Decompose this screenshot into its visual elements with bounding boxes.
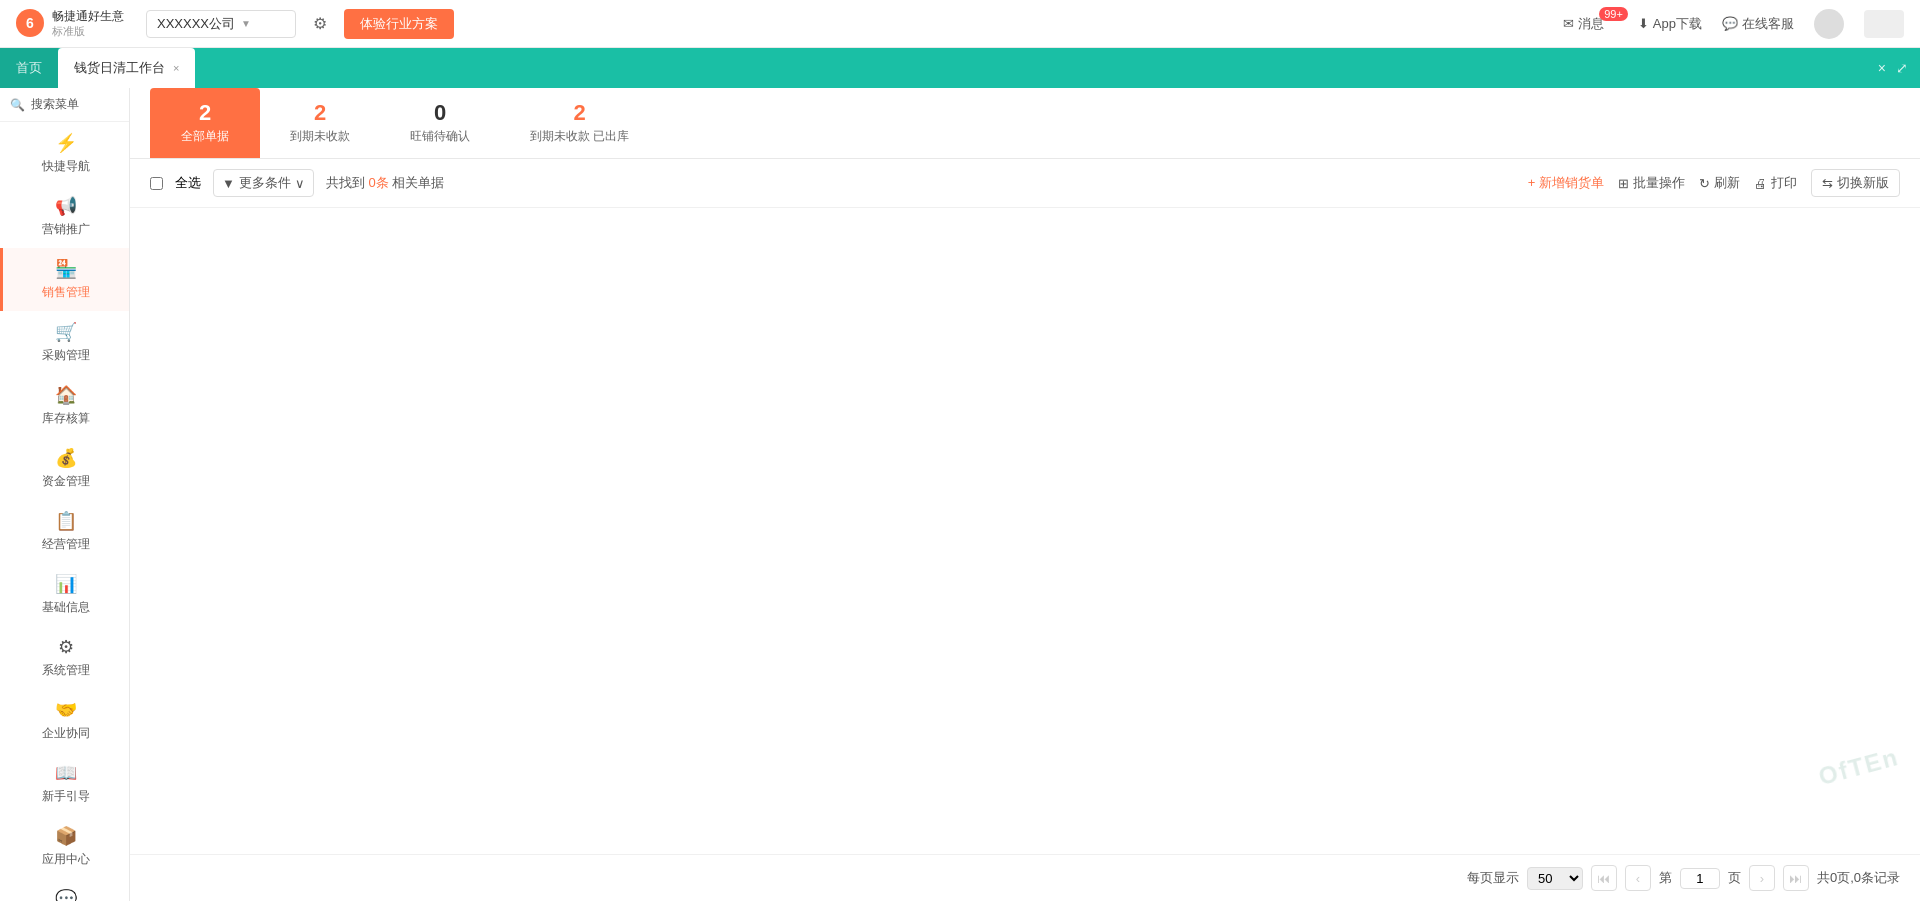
notification-badge: 99+ xyxy=(1599,7,1628,21)
table-area xyxy=(130,208,1920,854)
service-icon: 💬 xyxy=(1722,16,1738,31)
download-icon: ⬇ xyxy=(1638,16,1649,31)
logo-text: 畅捷通好生意 标准版 xyxy=(52,9,124,39)
stats-tabs: 2 全部单据 2 到期未收款 0 旺铺待确认 2 到期未收款 已出库 xyxy=(130,88,1920,159)
pagination: 每页显示 50 10 20 100 ⏮ ‹ 第 页 › ⏭ 共0页,0条记录 xyxy=(130,854,1920,901)
logo-icon: 6 xyxy=(16,9,44,37)
sidebar: 🔍 搜索菜单 ⚡ 快捷导航 📢 营销推广 🏪 销售管理 🛒 采购管理 🏠 库存核… xyxy=(0,88,130,901)
sidebar-item-cooperation[interactable]: 🤝 企业协同 xyxy=(0,689,129,752)
print-icon: 🖨 xyxy=(1754,176,1767,191)
app-download-item[interactable]: ⬇ App下载 xyxy=(1638,15,1702,33)
sidebar-item-finance[interactable]: 💰 资金管理 xyxy=(0,437,129,500)
select-all-checkbox[interactable] xyxy=(150,177,163,190)
stat-tab-overdue[interactable]: 2 到期未收款 xyxy=(260,88,380,158)
last-page-button[interactable]: ⏭ xyxy=(1783,865,1809,891)
trial-button[interactable]: 体验行业方案 xyxy=(344,9,454,39)
add-order-button[interactable]: + 新增销货单 xyxy=(1528,174,1604,192)
tab-bar: 首页 钱货日清工作台 × × ⤢ xyxy=(0,48,1920,88)
sidebar-item-marketing[interactable]: 📢 营销推广 xyxy=(0,185,129,248)
batch-operation-button[interactable]: ⊞ 批量操作 xyxy=(1618,174,1685,192)
stat-num-overdue: 2 xyxy=(314,100,326,126)
user-dropdown[interactable] xyxy=(1864,10,1904,38)
filter-icon: ▼ xyxy=(222,176,235,191)
sidebar-item-guide[interactable]: 📖 新手引导 xyxy=(0,752,129,815)
sidebar-item-quick-nav[interactable]: ⚡ 快捷导航 xyxy=(0,122,129,185)
stat-label-pending: 旺铺待确认 xyxy=(410,128,470,145)
sidebar-item-wechat[interactable]: 💬 企业微信 xyxy=(0,878,129,901)
tab-maximize-icon[interactable]: ⤢ xyxy=(1896,60,1908,76)
toolbar: 全选 ▼ 更多条件 ∨ 共找到 0条 相关单据 + 新增销货单 ⊞ 批量操作 xyxy=(130,159,1920,208)
stat-tab-pending[interactable]: 0 旺铺待确认 xyxy=(380,88,500,158)
stat-num-all: 2 xyxy=(199,100,211,126)
sidebar-item-operations[interactable]: 📋 经营管理 xyxy=(0,500,129,563)
print-button[interactable]: 🖨 打印 xyxy=(1754,174,1797,192)
batch-icon: ⊞ xyxy=(1618,176,1629,191)
next-page-button[interactable]: › xyxy=(1749,865,1775,891)
settings-button[interactable]: ⚙ xyxy=(304,8,336,40)
lightning-icon: ⚡ xyxy=(55,132,77,154)
stat-label-shipped: 到期未收款 已出库 xyxy=(530,128,629,145)
guide-icon: 📖 xyxy=(55,762,77,784)
notification-item[interactable]: ✉ 消息 99+ xyxy=(1563,15,1618,33)
tab-minimize-icon[interactable]: × xyxy=(1878,60,1886,76)
sidebar-item-inventory[interactable]: 🏠 库存核算 xyxy=(0,374,129,437)
tab-close-icon[interactable]: × xyxy=(173,62,179,74)
refresh-icon: ↻ xyxy=(1699,176,1710,191)
switch-version-button[interactable]: ⇆ 切换新版 xyxy=(1811,169,1900,197)
stat-num-shipped: 2 xyxy=(574,100,586,126)
purchase-icon: 🛒 xyxy=(55,321,77,343)
search-menu-item[interactable]: 🔍 搜索菜单 xyxy=(0,88,129,122)
prev-page-button[interactable]: ‹ xyxy=(1625,865,1651,891)
first-page-button[interactable]: ⏮ xyxy=(1591,865,1617,891)
sales-icon: 🏪 xyxy=(55,258,77,280)
tab-actions: × ⤢ xyxy=(1878,60,1920,76)
header-right: ✉ 消息 99+ ⬇ App下载 💬 在线客服 xyxy=(1563,9,1904,39)
logo-area: 6 畅捷通好生意 标准版 xyxy=(16,9,146,39)
sidebar-item-system[interactable]: ⚙ 系统管理 xyxy=(0,626,129,689)
toolbar-right: + 新增销货单 ⊞ 批量操作 ↻ 刷新 🖨 打印 ⇆ 切换新版 xyxy=(1528,169,1900,197)
main-layout: 🔍 搜索菜单 ⚡ 快捷导航 📢 营销推广 🏪 销售管理 🛒 采购管理 🏠 库存核… xyxy=(0,88,1920,901)
found-count: 0条 xyxy=(369,175,389,190)
finance-icon: 💰 xyxy=(55,447,77,469)
appcenter-icon: 📦 xyxy=(55,825,77,847)
switch-icon: ⇆ xyxy=(1822,176,1833,191)
message-icon: ✉ xyxy=(1563,16,1574,31)
content-area: 2 全部单据 2 到期未收款 0 旺铺待确认 2 到期未收款 已出库 全选 ▼ … xyxy=(130,88,1920,901)
filter-arrow-icon: ∨ xyxy=(295,176,305,191)
wechat-icon: 💬 xyxy=(55,888,77,901)
cooperation-icon: 🤝 xyxy=(55,699,77,721)
page-size-select[interactable]: 50 10 20 100 xyxy=(1527,867,1583,890)
tab-active[interactable]: 钱货日清工作台 × xyxy=(58,48,195,88)
top-header: 6 畅捷通好生意 标准版 XXXXXX公司 ▼ ⚙ 体验行业方案 ✉ 消息 99… xyxy=(0,0,1920,48)
stat-tab-shipped[interactable]: 2 到期未收款 已出库 xyxy=(500,88,659,158)
filter-button[interactable]: ▼ 更多条件 ∨ xyxy=(213,169,314,197)
system-icon: ⚙ xyxy=(58,636,74,658)
dropdown-arrow-icon: ▼ xyxy=(241,18,251,29)
sidebar-item-appcenter[interactable]: 📦 应用中心 xyxy=(0,815,129,878)
page-number-input[interactable] xyxy=(1680,868,1720,889)
found-text: 共找到 0条 相关单据 xyxy=(326,174,444,192)
page-size-label: 每页显示 xyxy=(1467,869,1519,887)
company-selector[interactable]: XXXXXX公司 ▼ xyxy=(146,10,296,38)
basicinfo-icon: 📊 xyxy=(55,573,77,595)
inventory-icon: 🏠 xyxy=(55,384,77,406)
marketing-icon: 📢 xyxy=(55,195,77,217)
sidebar-item-purchase[interactable]: 🛒 采购管理 xyxy=(0,311,129,374)
search-icon: 🔍 xyxy=(10,98,25,112)
sidebar-item-sales[interactable]: 🏪 销售管理 xyxy=(0,248,129,311)
stat-num-pending: 0 xyxy=(434,100,446,126)
sidebar-item-basicinfo[interactable]: 📊 基础信息 xyxy=(0,563,129,626)
operations-icon: 📋 xyxy=(55,510,77,532)
avatar[interactable] xyxy=(1814,9,1844,39)
stat-label-all: 全部单据 xyxy=(181,128,229,145)
refresh-button[interactable]: ↻ 刷新 xyxy=(1699,174,1740,192)
total-records-text: 共0页,0条记录 xyxy=(1817,869,1900,887)
stat-tab-all[interactable]: 2 全部单据 xyxy=(150,88,260,158)
tab-home[interactable]: 首页 xyxy=(0,48,58,88)
select-all-label: 全选 xyxy=(175,174,201,192)
stat-label-overdue: 到期未收款 xyxy=(290,128,350,145)
online-service-item[interactable]: 💬 在线客服 xyxy=(1722,15,1794,33)
